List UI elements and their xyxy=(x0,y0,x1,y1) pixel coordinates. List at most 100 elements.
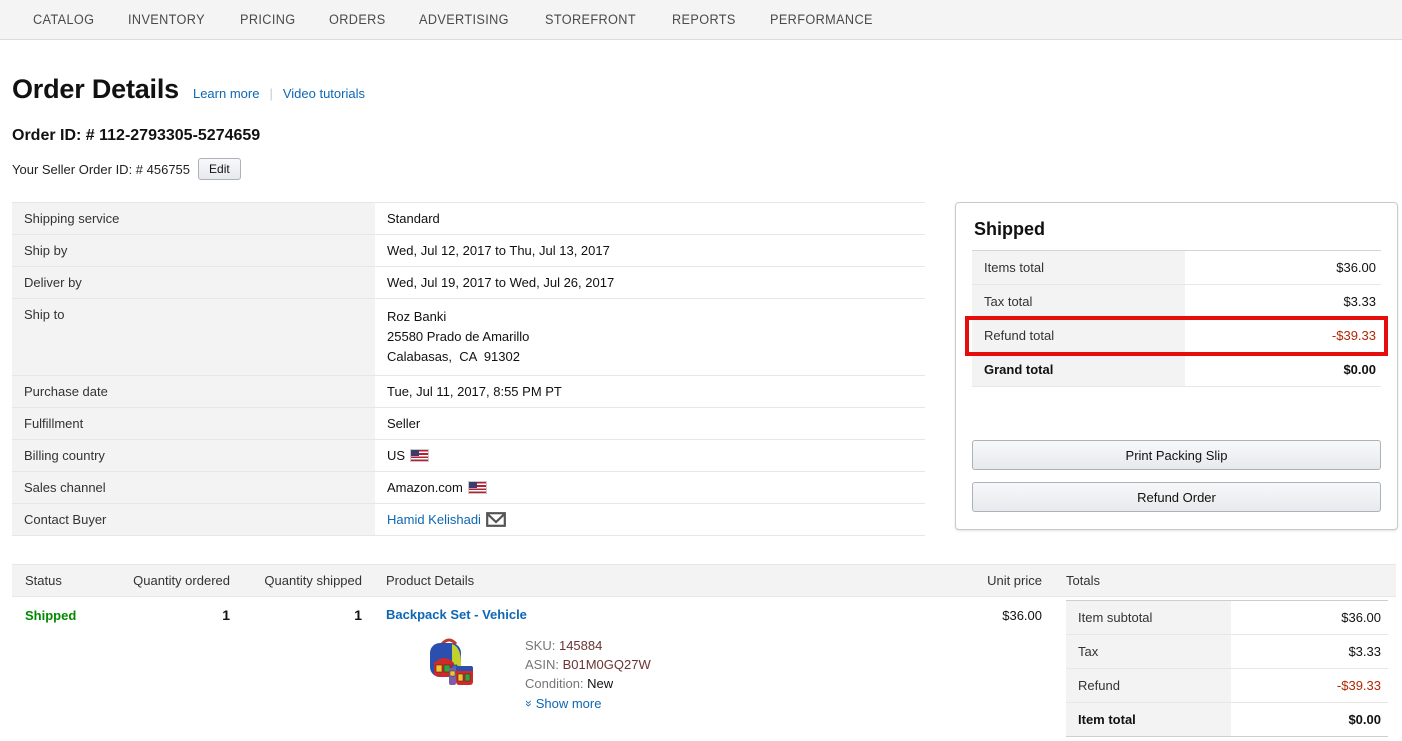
detail-row-sales-channel: Sales channel Amazon.com xyxy=(12,472,925,504)
condition-label: Condition: xyxy=(525,676,584,691)
page-title: Order Details xyxy=(12,74,179,104)
summary-value: $0.00 xyxy=(1343,362,1376,377)
detail-label: Contact Buyer xyxy=(12,504,375,535)
item-total-row-item-total: Item total $0.00 xyxy=(1066,703,1388,737)
detail-row-purchase-date: Purchase date Tue, Jul 11, 2017, 8:55 PM… xyxy=(12,376,925,408)
product-condition-line: Condition: New xyxy=(525,674,651,693)
show-more-toggle[interactable]: » Show more xyxy=(522,694,602,713)
detail-row-fulfillment: Fulfillment Seller xyxy=(12,408,925,440)
product-title-link[interactable]: Backpack Set - Vehicle xyxy=(386,607,527,622)
item-unit-price: $36.00 xyxy=(1002,608,1042,623)
col-header-totals: Totals xyxy=(1066,573,1100,588)
learn-more-link[interactable]: Learn more xyxy=(193,86,259,101)
detail-label: Ship by xyxy=(12,235,375,266)
summary-row-grand-total: Grand total $0.00 xyxy=(972,353,1381,387)
detail-row-ship-by: Ship by Wed, Jul 12, 2017 to Thu, Jul 13… xyxy=(12,235,925,267)
ship-to-address: Roz Banki 25580 Prado de Amarillo Calaba… xyxy=(375,299,925,375)
asin-label: ASIN: xyxy=(525,657,559,672)
mini-label: Item total xyxy=(1066,703,1231,736)
item-quantity-ordered: 1 xyxy=(222,607,230,623)
detail-row-shipping-service: Shipping service Standard xyxy=(12,202,925,235)
detail-value: Wed, Jul 19, 2017 to Wed, Jul 26, 2017 xyxy=(387,275,615,290)
item-totals: Item subtotal $36.00 Tax $3.33 Refund -$… xyxy=(1042,597,1396,737)
item-total-row-refund: Refund -$39.33 xyxy=(1066,669,1388,703)
video-tutorials-link[interactable]: Video tutorials xyxy=(283,86,365,101)
us-flag-icon xyxy=(411,450,429,461)
mini-value: $36.00 xyxy=(1341,610,1381,625)
summary-row-items-total: Items total $36.00 xyxy=(972,251,1381,285)
order-items-table: Status Quantity ordered Quantity shipped… xyxy=(12,564,1402,737)
detail-label: Ship to xyxy=(12,299,375,375)
sales-channel-value: Amazon.com xyxy=(387,480,463,495)
summary-value-negative: -$39.33 xyxy=(1331,328,1376,343)
detail-value: Standard xyxy=(387,211,440,226)
col-header-quantity-ordered: Quantity ordered xyxy=(133,573,230,588)
order-item-row: Shipped 1 1 Backpack Set - Vehicle SKU: … xyxy=(12,597,1396,737)
product-asin-line: ASIN: B01M0GQ27W xyxy=(525,655,651,674)
detail-value: Seller xyxy=(387,416,421,431)
nav-item-reports[interactable]: REPORTS xyxy=(672,12,736,27)
item-status: Shipped xyxy=(25,608,77,623)
item-total-row-subtotal: Item subtotal $36.00 xyxy=(1066,601,1388,635)
mini-label: Tax xyxy=(1066,635,1231,668)
show-more-label: Show more xyxy=(535,696,602,711)
summary-label: Refund total xyxy=(972,319,1185,352)
summary-label: Grand total xyxy=(972,353,1185,386)
ship-to-street: 25580 Prado de Amarillo xyxy=(387,329,530,344)
mini-label: Item subtotal xyxy=(1066,601,1231,634)
refund-order-button[interactable]: Refund Order xyxy=(972,482,1381,512)
detail-label: Shipping service xyxy=(12,203,375,234)
summary-label: Items total xyxy=(972,251,1185,284)
nav-item-pricing[interactable]: PRICING xyxy=(240,12,296,27)
mini-value-negative: -$39.33 xyxy=(1336,678,1381,693)
detail-value: US xyxy=(375,440,925,471)
us-flag-icon xyxy=(468,482,486,493)
envelope-icon[interactable] xyxy=(486,512,506,527)
detail-row-contact-buyer: Contact Buyer Hamid Kelishadi xyxy=(12,504,925,536)
items-table-header: Status Quantity ordered Quantity shipped… xyxy=(12,564,1396,597)
product-sku-line: SKU: 145884 xyxy=(525,636,651,655)
seller-order-id-label: Your Seller Order ID: # 456755 xyxy=(12,161,191,177)
col-header-product-details: Product Details xyxy=(386,573,475,588)
sku-value: 145884 xyxy=(558,638,603,653)
sku-label: SKU: xyxy=(525,638,556,653)
summary-row-tax-total: Tax total $3.33 xyxy=(972,285,1381,319)
detail-label: Purchase date xyxy=(12,376,375,407)
detail-value: Tue, Jul 11, 2017, 8:55 PM PT xyxy=(387,384,562,399)
main-nav: CATALOG INVENTORY PRICING ORDERS ADVERTI… xyxy=(0,0,1402,40)
summary-row-refund-total: Refund total -$39.33 xyxy=(965,316,1388,356)
mini-value: $0.00 xyxy=(1348,712,1381,727)
nav-item-storefront[interactable]: STOREFRONT xyxy=(545,12,636,27)
edit-seller-order-id-button[interactable]: Edit xyxy=(198,158,241,180)
summary-status-title: Shipped xyxy=(974,219,1045,239)
detail-label: Sales channel xyxy=(12,472,375,503)
detail-row-ship-to: Ship to Roz Banki 25580 Prado de Amarill… xyxy=(12,299,925,376)
nav-item-advertising[interactable]: ADVERTISING xyxy=(419,12,509,27)
nav-item-inventory[interactable]: INVENTORY xyxy=(128,12,205,27)
ship-to-name: Roz Banki xyxy=(387,309,447,324)
ship-to-city: Calabasas, CA 91302 xyxy=(387,349,520,364)
item-total-row-tax: Tax $3.33 xyxy=(1066,635,1388,669)
item-product-details: Backpack Set - Vehicle SKU: 145884 ASIN:… xyxy=(362,597,948,713)
detail-label: Fulfillment xyxy=(12,408,375,439)
condition-value: New xyxy=(587,676,614,691)
summary-label: Tax total xyxy=(972,285,1185,318)
product-thumbnail-backpack xyxy=(430,638,473,685)
col-header-status: Status xyxy=(25,573,62,588)
mini-value: $3.33 xyxy=(1348,644,1381,659)
detail-value: Wed, Jul 12, 2017 to Thu, Jul 13, 2017 xyxy=(387,243,610,258)
billing-country-value: US xyxy=(387,448,406,463)
detail-value: Hamid Kelishadi xyxy=(375,504,925,535)
nav-item-orders[interactable]: ORDERS xyxy=(329,12,386,27)
print-packing-slip-button[interactable]: Print Packing Slip xyxy=(972,440,1381,470)
detail-label: Billing country xyxy=(12,440,375,471)
nav-item-performance[interactable]: PERFORMANCE xyxy=(770,12,873,27)
detail-value: Amazon.com xyxy=(375,472,925,503)
order-id-heading: Order ID: # 112-2793305-5274659 xyxy=(12,127,261,144)
detail-row-deliver-by: Deliver by Wed, Jul 19, 2017 to Wed, Jul… xyxy=(12,267,925,299)
nav-item-catalog[interactable]: CATALOG xyxy=(33,12,94,27)
contact-buyer-link[interactable]: Hamid Kelishadi xyxy=(387,512,481,527)
summary-value: $36.00 xyxy=(1336,260,1376,275)
mini-label: Refund xyxy=(1066,669,1231,702)
col-header-unit-price: Unit price xyxy=(987,573,1042,588)
